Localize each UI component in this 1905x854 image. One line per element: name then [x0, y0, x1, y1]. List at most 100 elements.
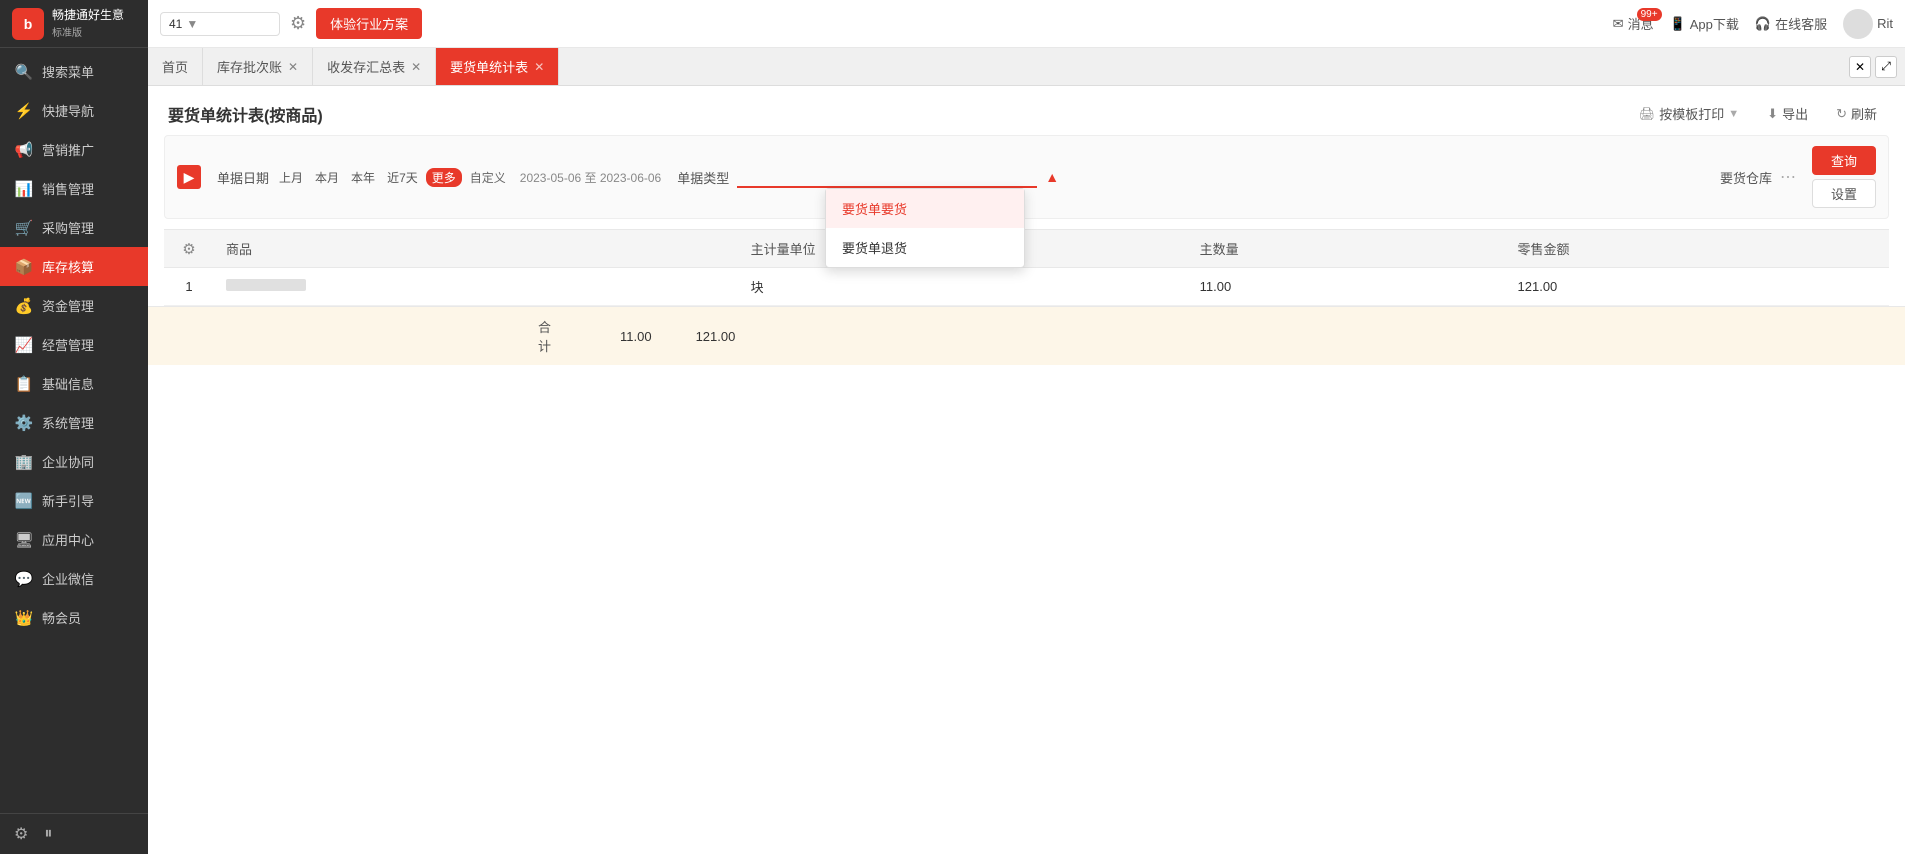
more-dates-btn[interactable]: 更多 — [426, 168, 462, 187]
sidebar-item-wechat[interactable]: 💬 企业微信 — [0, 559, 148, 598]
this-month-btn[interactable]: 本月 — [311, 167, 343, 188]
column-settings-icon[interactable]: ⚙ — [182, 241, 195, 258]
gear-icon[interactable]: ⚙ — [290, 13, 306, 34]
brand-sub: 标准版 — [52, 24, 124, 39]
this-year-btn[interactable]: 本年 — [347, 167, 379, 188]
tabbar: 首页 库存批次账 ✕ 收发存汇总表 ✕ 要货单统计表 ✕ ✕ ⤢ — [148, 48, 1905, 86]
sidebar-item-purchase[interactable]: 🛒 采购管理 — [0, 208, 148, 247]
headset-icon: 🎧 — [1755, 16, 1771, 32]
date-shortcuts: 上月 本月 本年 近7天 更多 自定义 — [275, 167, 510, 188]
tab-receive-summary[interactable]: 收发存汇总表 ✕ — [313, 48, 436, 85]
sidebar-item-label: 营销推广 — [42, 140, 94, 159]
finance-icon: 💰 — [14, 297, 34, 315]
wechat-icon: 💬 — [14, 570, 34, 588]
export-button[interactable]: ⬇ 导出 — [1759, 100, 1816, 127]
expand-tabs-button[interactable]: ⤢ — [1875, 56, 1897, 78]
message-badge: 99+ — [1637, 8, 1662, 21]
close-icon[interactable]: ✕ — [288, 60, 298, 74]
tab-order-summary[interactable]: 要货单统计表 ✕ — [436, 48, 559, 85]
table-container: ⚙ 商品 主计量单位 主数量 零售金额 1 块 — [164, 229, 1889, 306]
user-profile[interactable]: Rit — [1843, 9, 1893, 39]
last-7days-btn[interactable]: 近7天 — [383, 167, 422, 188]
settings-button[interactable]: 设置 — [1812, 179, 1876, 208]
date-filter-label: 单据日期 — [217, 168, 269, 187]
chevron-down-icon: ▼ — [186, 17, 198, 31]
query-button[interactable]: 查询 — [1812, 146, 1876, 175]
close-icon[interactable]: ✕ — [411, 60, 421, 74]
sidebar-item-label: 搜索菜单 — [42, 62, 94, 81]
sidebar-item-guide[interactable]: 🆕 新手引导 — [0, 481, 148, 520]
sidebar-bottom: ⚙ ⏸ — [0, 813, 148, 854]
row-unit: 块 — [739, 268, 1188, 306]
enterprise-icon: 🏢 — [14, 453, 34, 471]
row-quantity: 11.00 — [1188, 268, 1506, 306]
tab-inventory-batch[interactable]: 库存批次账 ✕ — [203, 48, 313, 85]
close-icon[interactable]: ✕ — [534, 60, 544, 74]
footer-label: 合计 — [388, 317, 538, 355]
sidebar-item-enterprise[interactable]: 🏢 企业协同 — [0, 442, 148, 481]
type-dropdown: 要货单要货 要货单退货 — [825, 188, 1025, 268]
refresh-icon: ↻ — [1836, 106, 1847, 122]
sidebar-item-marketing[interactable]: 📢 营销推广 — [0, 130, 148, 169]
col-settings[interactable]: ⚙ — [164, 230, 214, 268]
date-range-display: 2023-05-06 至 2023-06-06 — [520, 169, 661, 186]
col-amount-header: 零售金额 — [1506, 230, 1889, 268]
footer-quantity: 11.00 — [608, 329, 664, 344]
collapse-icon[interactable]: ⏸ — [44, 825, 52, 843]
store-selector[interactable]: 41 ▼ — [160, 12, 280, 36]
table-footer: 合计 11.00 121.00 — [148, 306, 1905, 365]
sidebar-item-appstore[interactable]: 🖥 应用中心 — [0, 520, 148, 559]
more-options-icon[interactable]: ⋯ — [1780, 167, 1796, 187]
type-filter-input[interactable] — [737, 167, 1037, 188]
inventory-icon: 📦 — [14, 258, 34, 276]
dropdown-item-order-return[interactable]: 要货单退货 — [826, 228, 1024, 267]
warehouse-filter-label: 要货仓库 — [1720, 168, 1772, 187]
content-area: 要货单统计表(按商品) 🖨 按模板打印 ▼ ⬇ 导出 ↻ 刷新 ▶ — [148, 86, 1905, 854]
cart-icon: 🛒 — [14, 219, 34, 237]
app-download-label: App下载 — [1690, 14, 1739, 33]
sidebar-item-member[interactable]: 👑 畅会员 — [0, 598, 148, 637]
type-filter-label: 单据类型 — [677, 168, 729, 187]
sidebar-item-finance[interactable]: 💰 资金管理 — [0, 286, 148, 325]
filter-bar: ▶ 单据日期 上月 本月 本年 近7天 更多 自定义 2023-05-06 至 … — [164, 135, 1889, 219]
sidebar-item-operations[interactable]: 📈 经营管理 — [0, 325, 148, 364]
export-icon: ⬇ — [1767, 106, 1778, 122]
refresh-button[interactable]: ↻ 刷新 — [1828, 100, 1885, 127]
col-quantity-header: 主数量 — [1188, 230, 1506, 268]
last-month-btn[interactable]: 上月 — [275, 167, 307, 188]
online-service-button[interactable]: 🎧 在线客服 — [1755, 14, 1827, 33]
expand-filter-button[interactable]: ▶ — [177, 165, 201, 189]
dropdown-item-order-goods[interactable]: 要货单要货 — [826, 189, 1024, 228]
tab-receive-summary-label: 收发存汇总表 — [327, 57, 405, 76]
tab-order-summary-label: 要货单统计表 — [450, 57, 528, 76]
sidebar-item-label: 企业微信 — [42, 569, 94, 588]
chevron-up-icon[interactable]: ▲ — [1045, 169, 1059, 185]
sidebar-item-basic[interactable]: 📋 基础信息 — [0, 364, 148, 403]
basic-icon: 📋 — [14, 375, 34, 393]
user-name: Rit — [1877, 16, 1893, 31]
app-download-button[interactable]: 📱 App下载 — [1670, 14, 1739, 33]
print-button[interactable]: 🖨 按模板打印 ▼ — [1631, 100, 1747, 127]
print-label: 按模板打印 — [1659, 104, 1724, 123]
filter-actions: 查询 设置 — [1812, 146, 1876, 208]
settings-bottom-icon[interactable]: ⚙ — [14, 824, 28, 844]
sidebar-item-label: 采购管理 — [42, 218, 94, 237]
tab-home-label: 首页 — [162, 57, 188, 76]
sidebar-item-search[interactable]: 🔍 搜索菜单 — [0, 52, 148, 91]
date-filter-group: 单据日期 上月 本月 本年 近7天 更多 自定义 2023-05-06 至 20… — [217, 167, 661, 188]
row-amount: 121.00 — [1506, 268, 1889, 306]
sidebar-item-system[interactable]: ⚙️ 系统管理 — [0, 403, 148, 442]
sidebar-item-sales[interactable]: 📊 销售管理 — [0, 169, 148, 208]
messages-button[interactable]: ✉ 消息 99+ — [1613, 14, 1654, 33]
close-all-button[interactable]: ✕ — [1849, 56, 1871, 78]
sidebar-item-quick-nav[interactable]: ⚡ 快捷导航 — [0, 91, 148, 130]
trial-button[interactable]: 体验行业方案 — [316, 8, 422, 39]
custom-date-btn[interactable]: 自定义 — [466, 167, 510, 188]
sidebar-item-label: 新手引导 — [42, 491, 94, 510]
sidebar-item-label: 系统管理 — [42, 413, 94, 432]
message-icon: ✉ — [1613, 16, 1624, 32]
lightning-icon: ⚡ — [14, 102, 34, 120]
table-row: 1 块 11.00 121.00 — [164, 268, 1889, 306]
sidebar-item-inventory[interactable]: 📦 库存核算 — [0, 247, 148, 286]
tab-home[interactable]: 首页 — [148, 48, 203, 85]
